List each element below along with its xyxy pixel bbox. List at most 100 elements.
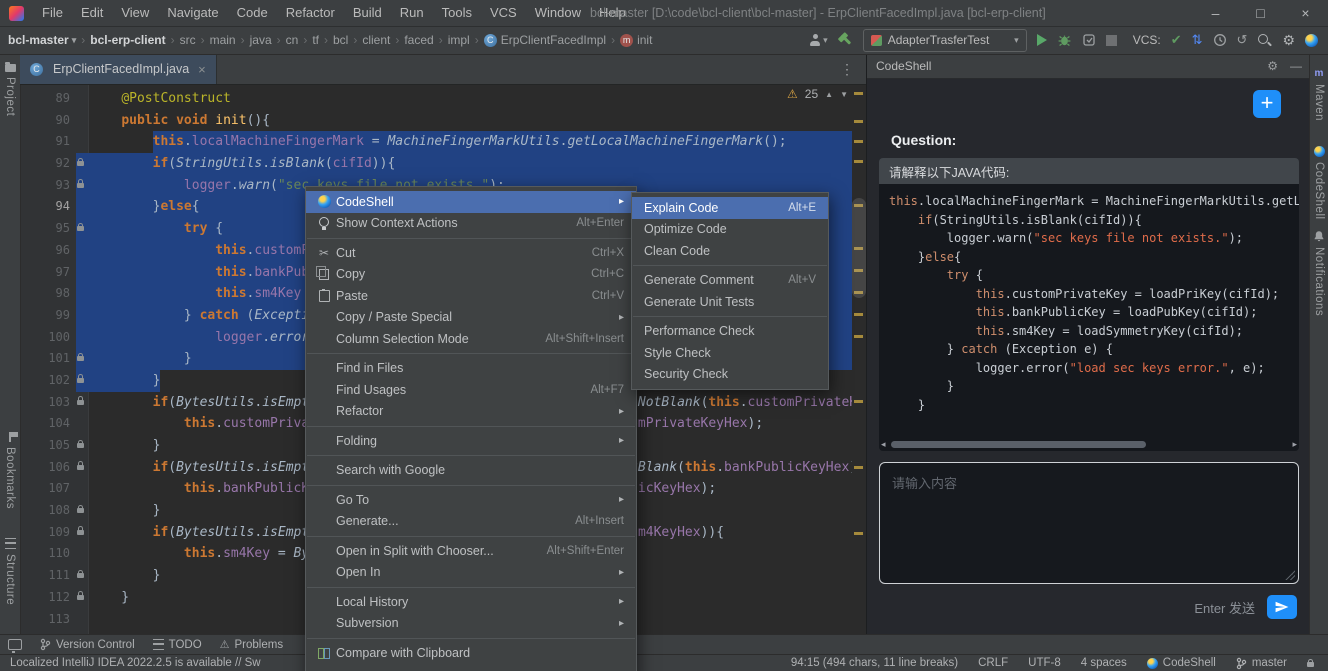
line-number[interactable]: 98 bbox=[20, 283, 74, 305]
resize-grip[interactable] bbox=[1285, 570, 1295, 580]
line-number[interactable]: 111 bbox=[20, 565, 74, 587]
menu-item-copy[interactable]: Copy Ctrl+C bbox=[306, 264, 636, 286]
line-separator-indicator[interactable]: CRLF bbox=[978, 657, 1008, 669]
line-number[interactable]: 102 bbox=[20, 370, 74, 392]
menu-edit[interactable]: Edit bbox=[72, 0, 112, 26]
sidebar-item-notifications[interactable]: Notifications bbox=[1310, 230, 1328, 316]
line-number[interactable]: 99 bbox=[20, 305, 74, 327]
close-tab-icon[interactable]: × bbox=[198, 62, 206, 77]
line-number[interactable]: 112 bbox=[20, 587, 74, 609]
breadcrumb-item-src[interactable]: src bbox=[180, 33, 196, 47]
breadcrumb-item-impl[interactable]: impl bbox=[448, 33, 470, 47]
line-number[interactable]: 101 bbox=[20, 348, 74, 370]
debug-button[interactable] bbox=[1057, 33, 1072, 47]
profile-button[interactable]: ▾ bbox=[809, 34, 828, 46]
editor-tab[interactable]: C ErpClientFacedImpl.java × bbox=[20, 54, 217, 84]
coverage-button[interactable] bbox=[1082, 33, 1096, 47]
menu-item-open-in-split-with-chooser[interactable]: Open in Split with Chooser... Alt+Shift+E… bbox=[306, 540, 636, 562]
panel-hide-icon[interactable]: — bbox=[1290, 59, 1302, 73]
git-branch-widget[interactable]: master bbox=[1236, 657, 1287, 670]
breadcrumb-item-init[interactable]: m init bbox=[620, 33, 652, 47]
submenu-item-generate-comment[interactable]: Generate Comment Alt+V bbox=[632, 270, 828, 292]
line-number[interactable]: 105 bbox=[20, 435, 74, 457]
indent-indicator[interactable]: 4 spaces bbox=[1081, 657, 1127, 669]
menu-run[interactable]: Run bbox=[391, 0, 433, 26]
sidebar-item-bookmarks[interactable]: Bookmarks bbox=[0, 432, 20, 509]
menu-refactor[interactable]: Refactor bbox=[277, 0, 344, 26]
line-number[interactable]: 92 bbox=[20, 153, 74, 175]
menu-item-folding[interactable]: Folding ▸ bbox=[306, 430, 636, 452]
maximize-button[interactable]: □ bbox=[1238, 0, 1283, 26]
panel-settings-gear-icon[interactable]: ⚙ bbox=[1267, 59, 1278, 73]
stop-button[interactable] bbox=[1105, 34, 1117, 46]
inspections-widget[interactable]: ⚠ 25 ▲ ▼ bbox=[787, 87, 848, 101]
menu-item-show-context-actions[interactable]: Show Context Actions Alt+Enter bbox=[306, 213, 636, 235]
menu-item-cut[interactable]: ✂ Cut Ctrl+X bbox=[306, 242, 636, 264]
line-number[interactable]: 109 bbox=[20, 522, 74, 544]
menu-item-subversion[interactable]: Subversion ▸ bbox=[306, 613, 636, 635]
menu-tools[interactable]: Tools bbox=[433, 0, 481, 26]
prev-warning-icon[interactable]: ▲ bbox=[825, 90, 833, 99]
submenu-item-clean-code[interactable]: Clean Code bbox=[632, 240, 828, 262]
menu-item-local-history[interactable]: Local History ▸ bbox=[306, 591, 636, 613]
scroll-right-icon[interactable]: ▸ bbox=[1292, 438, 1297, 451]
line-number[interactable]: 95 bbox=[20, 218, 74, 240]
vcs-commit-icon[interactable]: ✔ bbox=[1171, 32, 1182, 48]
menu-item-refactor[interactable]: Refactor ▸ bbox=[306, 401, 636, 423]
sidebar-item-project[interactable]: Project bbox=[0, 61, 20, 116]
line-number[interactable]: 100 bbox=[20, 327, 74, 349]
menu-item-copy-paste-special[interactable]: Copy / Paste Special ▸ bbox=[306, 307, 636, 329]
scroll-left-icon[interactable]: ◂ bbox=[881, 438, 886, 451]
editor-scrollbar-thumb[interactable] bbox=[852, 198, 866, 298]
breadcrumb-item-tf[interactable]: tf bbox=[312, 33, 319, 47]
submenu-item-optimize-code[interactable]: Optimize Code bbox=[632, 219, 828, 241]
breadcrumb-item-main[interactable]: main bbox=[210, 33, 236, 47]
readonly-lock-icon[interactable] bbox=[1307, 658, 1314, 667]
breadcrumb-item-cn[interactable]: cn bbox=[286, 33, 299, 47]
line-number[interactable]: 107 bbox=[20, 478, 74, 500]
settings-gear-icon[interactable]: ⚙ bbox=[1282, 32, 1295, 49]
line-number[interactable]: 110 bbox=[20, 543, 74, 565]
breadcrumb-item-erpclientfacedimpl[interactable]: C ErpClientFacedImpl bbox=[483, 33, 606, 47]
submenu-item-security-check[interactable]: Security Check bbox=[632, 364, 828, 386]
chat-input[interactable] bbox=[880, 463, 1298, 583]
line-number[interactable]: 91 bbox=[20, 131, 74, 153]
submenu-item-generate-unit-tests[interactable]: Generate Unit Tests bbox=[632, 291, 828, 313]
scrollbar-thumb[interactable] bbox=[891, 441, 1146, 448]
codeshell-status[interactable]: CodeShell bbox=[1146, 657, 1216, 669]
menu-item-go-to[interactable]: Go To ▸ bbox=[306, 489, 636, 511]
sidebar-item-structure[interactable]: Structure bbox=[0, 538, 20, 605]
close-button[interactable]: × bbox=[1283, 0, 1328, 26]
submenu-item-style-check[interactable]: Style Check bbox=[632, 342, 828, 364]
sidebar-item-codeshell[interactable]: CodeShell bbox=[1310, 146, 1328, 220]
menu-vcs[interactable]: VCS bbox=[481, 0, 526, 26]
menu-item-open-in[interactable]: Open In ▸ bbox=[306, 562, 636, 584]
submenu-item-performance-check[interactable]: Performance Check bbox=[632, 321, 828, 343]
line-number[interactable]: 90 bbox=[20, 110, 74, 132]
send-button[interactable] bbox=[1267, 595, 1297, 619]
menu-build[interactable]: Build bbox=[344, 0, 391, 26]
line-number[interactable]: 93 bbox=[20, 175, 74, 197]
line-number[interactable]: 96 bbox=[20, 240, 74, 262]
next-warning-icon[interactable]: ▼ bbox=[840, 90, 848, 99]
menu-navigate[interactable]: Navigate bbox=[158, 0, 227, 26]
menu-window[interactable]: Window bbox=[526, 0, 590, 26]
tool-window-switcher-icon[interactable] bbox=[8, 639, 22, 653]
menu-view[interactable]: View bbox=[112, 0, 158, 26]
error-stripe[interactable] bbox=[852, 84, 866, 634]
menu-item-generate[interactable]: Generate... Alt+Insert bbox=[306, 511, 636, 533]
build-hammer-icon[interactable] bbox=[835, 29, 856, 50]
submenu-item-explain-code[interactable]: Explain Code Alt+E bbox=[632, 197, 828, 219]
line-number[interactable]: 113 bbox=[20, 609, 74, 631]
menu-item-compare-with-clipboard[interactable]: Compare with Clipboard bbox=[306, 642, 636, 664]
rollback-icon[interactable]: ↺ bbox=[1237, 32, 1248, 48]
vcs-update-icon[interactable]: ⇅ bbox=[1192, 32, 1203, 48]
run-button[interactable] bbox=[1036, 34, 1047, 46]
code-horizontal-scrollbar[interactable]: ◂ ▸ bbox=[879, 438, 1299, 451]
line-number[interactable]: 108 bbox=[20, 500, 74, 522]
new-chat-button[interactable]: + bbox=[1253, 90, 1281, 118]
menu-item-column-selection-mode[interactable]: Column Selection Mode Alt+Shift+Insert bbox=[306, 328, 636, 350]
line-number[interactable]: 106 bbox=[20, 457, 74, 479]
sidebar-item-maven[interactable]: m Maven bbox=[1310, 68, 1328, 121]
status-message[interactable]: Localized IntelliJ IDEA 2022.2.5 is avai… bbox=[10, 657, 261, 669]
